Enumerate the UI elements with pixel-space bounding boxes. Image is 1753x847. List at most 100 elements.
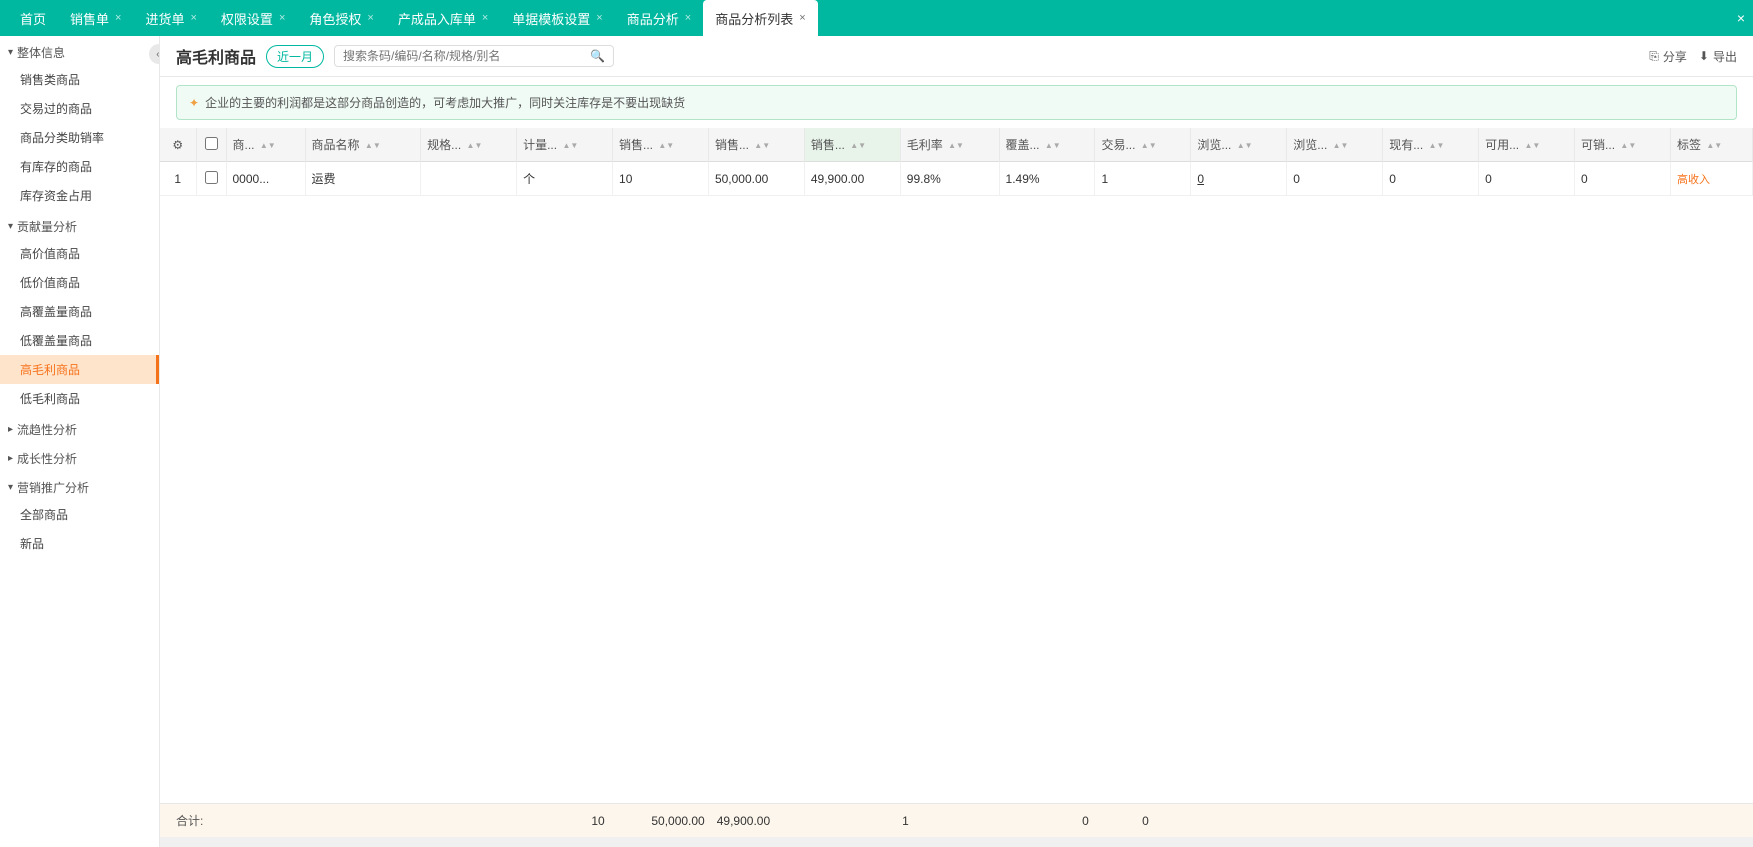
window-close-button[interactable]: ×	[1737, 10, 1745, 26]
sidebar-group-overview[interactable]: ▾ 整体信息	[0, 36, 159, 65]
col-sales-qty[interactable]: 销售... ▲▼	[613, 128, 709, 162]
close-purchase-order-icon[interactable]: ×	[190, 12, 196, 24]
nav-permission-settings[interactable]: 权限设置 ×	[209, 0, 297, 36]
close-product-analysis-list-icon[interactable]: ×	[799, 12, 805, 24]
sidebar-group-trend[interactable]: ▸ 流趋性分析	[0, 413, 159, 442]
sidebar-item-stock-capital[interactable]: 库存资金占用	[0, 181, 159, 210]
sort-name-icon: ▲▼	[365, 142, 381, 150]
sidebar-group-growth[interactable]: ▸ 成长性分析	[0, 442, 159, 471]
scrollbar-area[interactable]	[160, 837, 1753, 847]
footer-available-stock: 0	[1136, 814, 1196, 828]
cell-browse1[interactable]: 0	[1191, 162, 1287, 196]
export-icon: ⬇	[1699, 49, 1709, 63]
cell-spec	[421, 162, 517, 196]
footer-sales-cost: 49,900.00	[711, 814, 776, 828]
col-coverage[interactable]: 覆盖... ▲▼	[999, 128, 1095, 162]
search-input[interactable]	[343, 49, 586, 63]
col-settings[interactable]: ⚙	[160, 128, 196, 162]
close-permission-settings-icon[interactable]: ×	[279, 12, 285, 24]
footer-spacer-coverage	[836, 814, 896, 828]
col-browse1[interactable]: 浏览... ▲▼	[1191, 128, 1287, 162]
sidebar: « ▾ 整体信息 销售类商品 交易过的商品 商品分类助销率 有库存的商品 库存资…	[0, 36, 160, 847]
nav-home[interactable]: 首页	[8, 0, 58, 36]
nav-product-analysis-list[interactable]: 商品分析列表 ×	[703, 0, 817, 36]
footer-spacer-name	[345, 814, 465, 828]
nav-role-auth[interactable]: 角色授权 ×	[297, 0, 385, 36]
sidebar-item-sales-goods[interactable]: 销售类商品	[0, 65, 159, 94]
search-icon[interactable]: 🔍	[590, 49, 605, 63]
footer-current-stock: 0	[1076, 814, 1136, 828]
close-product-analysis-icon[interactable]: ×	[685, 12, 691, 24]
sidebar-item-new-goods[interactable]: 新品	[0, 529, 159, 558]
sidebar-item-high-margin[interactable]: 高毛利商品	[0, 355, 159, 384]
footer-sales-amount: 50,000.00	[645, 814, 710, 828]
sort-sales-qty-icon: ▲▼	[658, 142, 674, 150]
sidebar-item-low-value[interactable]: 低价值商品	[0, 268, 159, 297]
col-sellable[interactable]: 可销... ▲▼	[1575, 128, 1671, 162]
cell-checkbox[interactable]	[196, 162, 226, 196]
sort-sellable-icon: ▲▼	[1620, 142, 1636, 150]
sidebar-group-marketing[interactable]: ▾ 营销推广分析	[0, 471, 159, 500]
close-role-auth-icon[interactable]: ×	[367, 12, 373, 24]
arrow-down-icon: ▾	[8, 47, 13, 58]
content-header: 高毛利商品 近一月 🔍 ⎘ 分享 ⬇ 导出	[160, 36, 1753, 77]
cell-current-stock: 0	[1383, 162, 1479, 196]
cell-tag: 高收入	[1670, 162, 1752, 196]
col-sales-amount[interactable]: 销售... ▲▼	[708, 128, 804, 162]
sidebar-item-low-coverage[interactable]: 低覆盖量商品	[0, 326, 159, 355]
footer-summary: 合计: 10 50,000.00 49,900.00 1 0	[160, 803, 1753, 837]
settings-icon[interactable]: ⚙	[172, 138, 183, 152]
cell-index: 1	[160, 162, 196, 196]
nav-sales-order[interactable]: 销售单 ×	[58, 0, 133, 36]
share-button[interactable]: ⎘ 分享	[1649, 48, 1687, 65]
nav-template-settings[interactable]: 单据模板设置 ×	[500, 0, 614, 36]
cell-coverage: 1.49%	[999, 162, 1095, 196]
sort-browse2-icon: ▲▼	[1333, 142, 1349, 150]
col-tag[interactable]: 标签 ▲▼	[1670, 128, 1752, 162]
col-spec[interactable]: 规格... ▲▼	[421, 128, 517, 162]
arrow-down-icon-3: ▾	[8, 482, 13, 493]
info-icon: ✦	[189, 96, 199, 110]
arrow-right-icon-2: ▸	[8, 453, 13, 464]
cell-browse2: 0	[1287, 162, 1383, 196]
nav-purchase-order[interactable]: 进货单 ×	[133, 0, 208, 36]
export-button[interactable]: ⬇ 导出	[1699, 48, 1737, 65]
filter-recent-month-button[interactable]: 近一月	[266, 45, 324, 68]
nav-finished-goods[interactable]: 产成品入库单 ×	[386, 0, 500, 36]
col-sku[interactable]: 商... ▲▼	[226, 128, 305, 162]
close-finished-goods-icon[interactable]: ×	[482, 12, 488, 24]
col-unit[interactable]: 计量... ▲▼	[517, 128, 613, 162]
col-current-stock[interactable]: 现有... ▲▼	[1383, 128, 1479, 162]
content-area: 高毛利商品 近一月 🔍 ⎘ 分享 ⬇ 导出	[160, 36, 1753, 847]
cell-sellable: 0	[1575, 162, 1671, 196]
col-sales-cost[interactable]: 销售... ▲▼	[804, 128, 900, 162]
row-checkbox[interactable]	[205, 171, 218, 184]
sidebar-item-traded-goods[interactable]: 交易过的商品	[0, 94, 159, 123]
col-available-stock[interactable]: 可用... ▲▼	[1479, 128, 1575, 162]
sidebar-item-category-sales-rate[interactable]: 商品分类助销率	[0, 123, 159, 152]
col-name[interactable]: 商品名称 ▲▼	[305, 128, 421, 162]
close-sales-order-icon[interactable]: ×	[115, 12, 121, 24]
sort-available-stock-icon: ▲▼	[1524, 142, 1540, 150]
footer-sales-qty: 10	[585, 814, 645, 828]
sidebar-item-high-coverage[interactable]: 高覆盖量商品	[0, 297, 159, 326]
footer-transaction: 1	[896, 814, 956, 828]
sort-sales-amount-icon: ▲▼	[754, 142, 770, 150]
sidebar-group-contribution[interactable]: ▾ 贡献量分析	[0, 210, 159, 239]
select-all-checkbox[interactable]	[205, 137, 218, 150]
cell-transaction: 1	[1095, 162, 1191, 196]
cell-sku: 0000...	[226, 162, 305, 196]
sidebar-item-high-value[interactable]: 高价值商品	[0, 239, 159, 268]
sidebar-item-in-stock-goods[interactable]: 有库存的商品	[0, 152, 159, 181]
sidebar-item-all-goods[interactable]: 全部商品	[0, 500, 159, 529]
sidebar-item-low-margin[interactable]: 低毛利商品	[0, 384, 159, 413]
col-browse2[interactable]: 浏览... ▲▼	[1287, 128, 1383, 162]
nav-product-analysis[interactable]: 商品分析 ×	[615, 0, 703, 36]
footer-total-label: 合计:	[176, 812, 203, 829]
col-gross-margin[interactable]: 毛利率 ▲▼	[900, 128, 999, 162]
close-template-settings-icon[interactable]: ×	[596, 12, 602, 24]
col-transaction[interactable]: 交易... ▲▼	[1095, 128, 1191, 162]
footer-spacer-spec	[465, 814, 525, 828]
arrow-down-icon-2: ▾	[8, 221, 13, 232]
sort-gross-margin-icon: ▲▼	[948, 142, 964, 150]
